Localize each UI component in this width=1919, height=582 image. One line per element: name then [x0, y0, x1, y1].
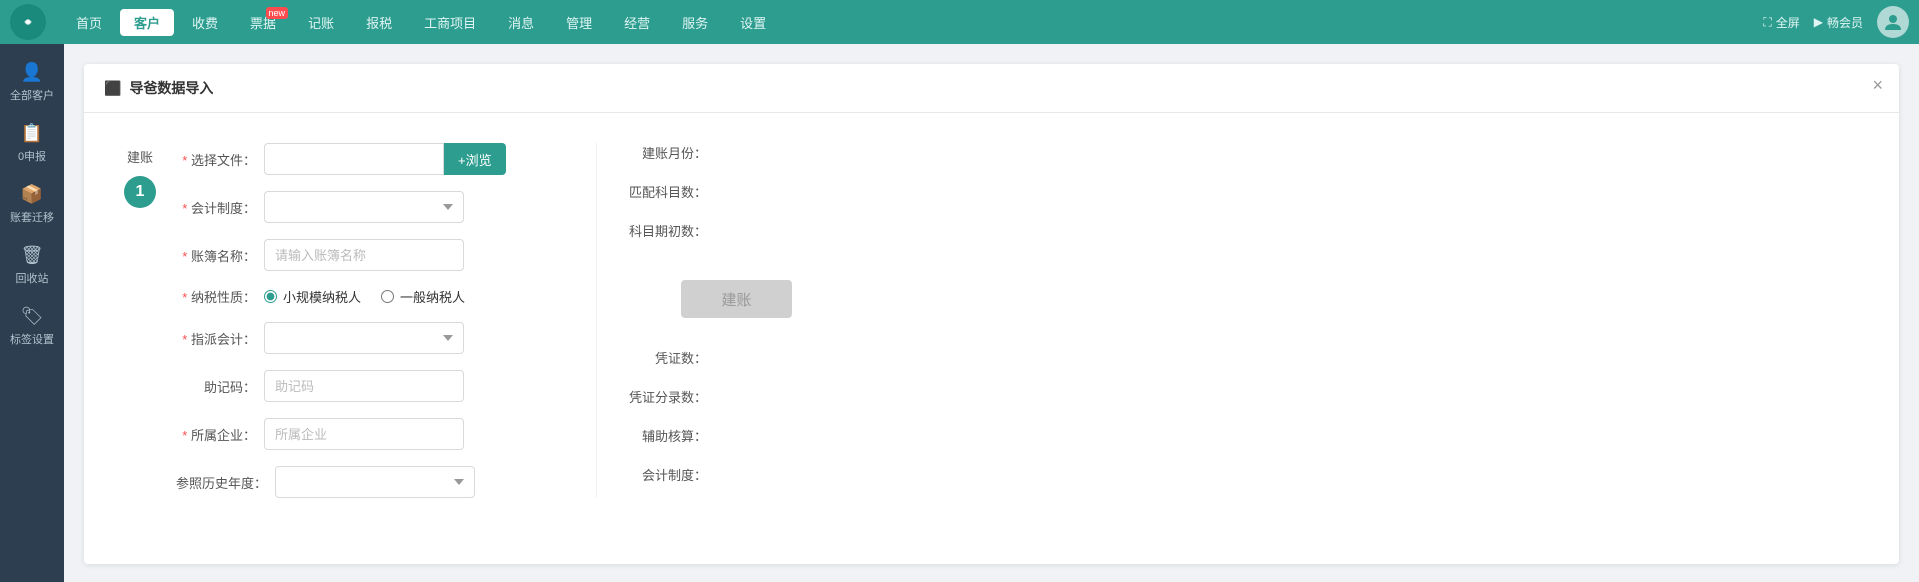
nav-item-settings[interactable]: 设置	[726, 9, 780, 36]
nav-item-manage[interactable]: 管理	[552, 9, 606, 36]
nav-item-message[interactable]: 消息	[494, 9, 548, 36]
tax-small-scale[interactable]: 小规模纳税人	[264, 287, 361, 306]
nav-item-operate[interactable]: 经营	[610, 9, 664, 36]
subject-init-label: 科目期初数：	[617, 221, 707, 240]
voucher-label: 凭证数：	[617, 348, 707, 367]
assign-accountant-row: * 指派会计：	[176, 322, 556, 354]
nav-item-customer[interactable]: 客户	[120, 9, 174, 36]
import-icon: ⬛	[104, 80, 121, 97]
step-label: 建账	[127, 147, 153, 166]
aux-accounting-row: 辅助核算：	[617, 426, 856, 445]
step-badge: 1	[124, 176, 156, 208]
build-month-row: 建账月份：	[617, 143, 856, 162]
sidebar-item-tag-settings[interactable]: 🏷 标签设置	[0, 296, 64, 357]
nav-item-invoice[interactable]: 票据 new	[236, 9, 290, 36]
ledger-name-input[interactable]	[264, 239, 464, 271]
company-input[interactable]	[264, 418, 464, 450]
sidebar: 👤 全部客户 📋 0申报 📦 账套迁移 🗑 回收站 🏷 标签设置	[0, 44, 64, 582]
build-month-label: 建账月份：	[617, 143, 707, 162]
nav-item-ledger[interactable]: 记账	[294, 9, 348, 36]
memo-code-row: 助记码：	[176, 370, 556, 402]
info-section: 建账月份： 匹配科目数： 科目期初数： 建账	[596, 143, 856, 498]
subject-init-row: 科目期初数：	[617, 221, 856, 240]
declaration-icon: 📋	[21, 123, 43, 144]
match-subject-label: 匹配科目数：	[617, 182, 707, 201]
company-label: * 所属企业：	[176, 425, 256, 444]
nav-item-service[interactable]: 服务	[668, 9, 722, 36]
close-button[interactable]: ×	[1872, 76, 1883, 94]
dialog-header: ⬛ 导爸数据导入 ×	[84, 64, 1899, 113]
top-navigation: 首页 客户 收费 票据 new 记账 报税 工商项目 消息 管理 经营 服务 设…	[0, 0, 1919, 44]
nav-item-home[interactable]: 首页	[62, 9, 116, 36]
fullscreen-button[interactable]: ⛶ 全屏	[1763, 14, 1799, 31]
form-section: 建账 1 * 选择文件： +浏览	[124, 143, 556, 498]
build-account-button[interactable]: 建账	[681, 280, 791, 318]
memo-code-label: 助记码：	[176, 377, 256, 396]
aux-accounting-label: 辅助核算：	[617, 426, 707, 445]
match-subject-row: 匹配科目数：	[617, 182, 856, 201]
file-input-box	[264, 143, 444, 175]
member-button[interactable]: ▶ 畅会员	[1814, 14, 1863, 31]
form-grid: * 选择文件： +浏览 * 会计制度：	[176, 143, 556, 498]
tax-general[interactable]: 一般纳税人	[381, 287, 465, 306]
accounting-system-label: * 会计制度：	[176, 198, 256, 217]
nav-right-area: ⛶ 全屏 ▶ 畅会员	[1763, 6, 1909, 38]
tag-icon: 🏷	[21, 306, 44, 327]
tax-nature-row: * 纳税性质： 小规模纳税人 一般纳税人	[176, 287, 556, 306]
member-icon: ▶	[1814, 15, 1823, 29]
dialog-panel: ⬛ 导爸数据导入 × 建账 1 *	[84, 64, 1899, 564]
assign-accountant-label: * 指派会计：	[176, 329, 256, 348]
dialog-body: 建账 1 * 选择文件： +浏览	[84, 113, 1899, 528]
tax-general-radio[interactable]	[381, 290, 394, 303]
nav-menu: 首页 客户 收费 票据 new 记账 报税 工商项目 消息 管理 经营 服务 设…	[62, 9, 1763, 36]
tax-nature-radio-group: 小规模纳税人 一般纳税人	[264, 287, 465, 306]
sidebar-item-recycle[interactable]: 🗑 回收站	[0, 235, 64, 296]
ledger-name-label: * 账簿名称：	[176, 246, 256, 265]
info-accounting-system-row: 会计制度：	[617, 465, 856, 484]
dialog-title: 导爸数据导入	[129, 78, 213, 98]
sidebar-item-all-customers[interactable]: 👤 全部客户	[0, 52, 64, 113]
user-avatar[interactable]	[1877, 6, 1909, 38]
nav-item-bizproject[interactable]: 工商项目	[410, 9, 490, 36]
customers-icon: 👤	[21, 62, 43, 83]
migration-icon: 📦	[21, 184, 43, 205]
nav-item-fee[interactable]: 收费	[178, 9, 232, 36]
voucher-records-label: 凭证分录数：	[617, 387, 707, 406]
file-label: * 选择文件：	[176, 150, 256, 169]
accounting-system-select[interactable]	[264, 191, 464, 223]
tax-small-radio[interactable]	[264, 290, 277, 303]
main-layout: 👤 全部客户 📋 0申报 📦 账套迁移 🗑 回收站 🏷 标签设置 ⬛ 导爸数据导…	[0, 44, 1919, 582]
info-accounting-system-label: 会计制度：	[617, 465, 707, 484]
file-row: * 选择文件： +浏览	[176, 143, 556, 175]
tax-nature-label: * 纳税性质：	[176, 287, 256, 306]
nav-item-tax[interactable]: 报税	[352, 9, 406, 36]
history-year-row: 参照历史年度：	[176, 466, 556, 498]
required-star: *	[182, 153, 187, 168]
sidebar-item-account-migration[interactable]: 📦 账套迁移	[0, 174, 64, 235]
file-input-group: +浏览	[264, 143, 506, 175]
new-badge: new	[266, 7, 289, 20]
main-content: ⬛ 导爸数据导入 × 建账 1 *	[64, 44, 1919, 582]
voucher-records-row: 凭证分录数：	[617, 387, 856, 406]
sidebar-item-declaration[interactable]: 📋 0申报	[0, 113, 64, 174]
fullscreen-icon: ⛶	[1763, 15, 1771, 30]
recycle-icon: 🗑	[21, 245, 44, 266]
accounting-system-row: * 会计制度：	[176, 191, 556, 223]
history-year-select[interactable]	[275, 466, 475, 498]
app-logo[interactable]	[10, 4, 46, 40]
company-row: * 所属企业：	[176, 418, 556, 450]
voucher-row: 凭证数：	[617, 348, 856, 367]
assign-accountant-select[interactable]	[264, 322, 464, 354]
history-year-label: 参照历史年度：	[176, 473, 267, 492]
memo-code-input[interactable]	[264, 370, 464, 402]
browse-button[interactable]: +浏览	[444, 143, 506, 175]
ledger-name-row: * 账簿名称：	[176, 239, 556, 271]
